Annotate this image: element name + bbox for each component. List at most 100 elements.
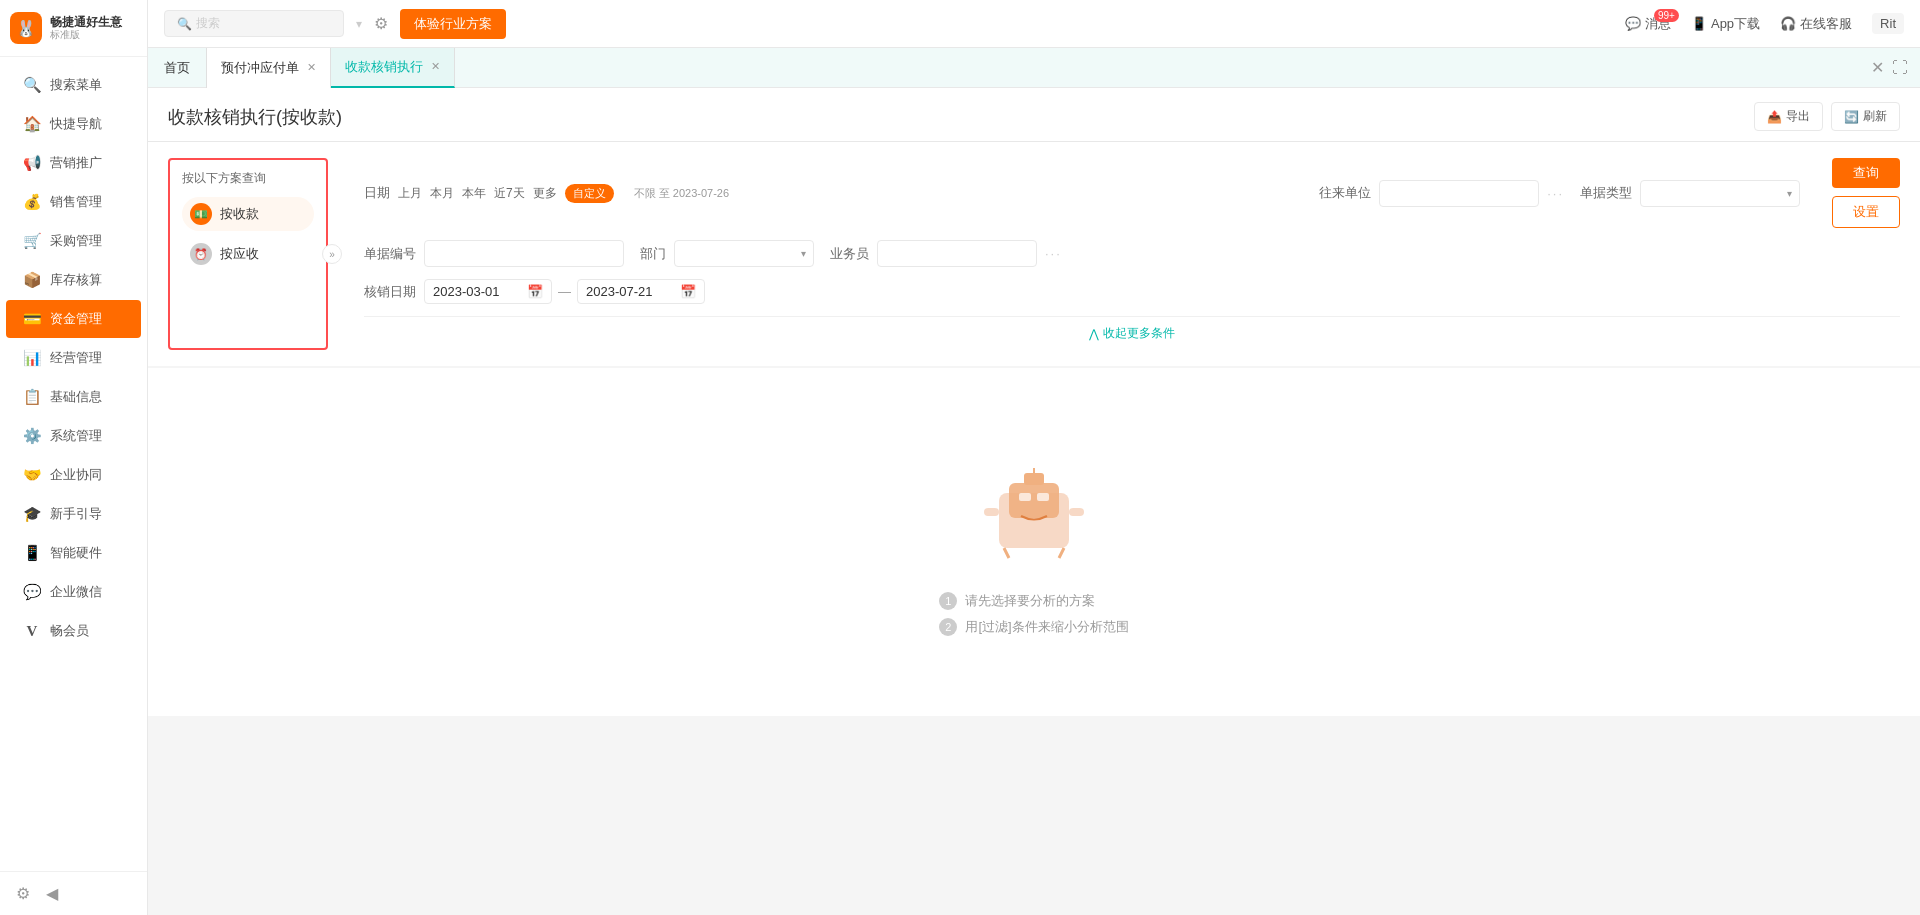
- form-row-1: 日期 上月 本月 本年 近7天 更多 自定义 不限 至 2023-07-26 往…: [364, 158, 1900, 228]
- doc-type-dropdown[interactable]: ▾: [1640, 180, 1800, 207]
- refresh-button[interactable]: 🔄 刷新: [1831, 102, 1900, 131]
- home-tab-label: 首页: [164, 59, 190, 77]
- svg-line-9: [1059, 548, 1064, 558]
- staff-label: 业务员: [830, 245, 869, 263]
- svg-rect-7: [1069, 508, 1084, 516]
- sidebar-item-enterprise-wx[interactable]: 💬 企业微信: [6, 573, 141, 611]
- tab-prepay-close-icon[interactable]: ✕: [307, 61, 316, 74]
- collapse-label: 收起更多条件: [1103, 325, 1175, 342]
- query-button[interactable]: 查询: [1832, 158, 1900, 188]
- sidebar-item-finance[interactable]: 💳 资金管理: [6, 300, 141, 338]
- sidebar-item-label: 经营管理: [50, 349, 102, 367]
- sidebar-item-basic-info[interactable]: 📋 基础信息: [6, 378, 141, 416]
- tab-home[interactable]: 首页: [148, 48, 207, 88]
- tip-num-1: 1: [939, 592, 957, 610]
- dept-dropdown[interactable]: ▾: [674, 240, 814, 267]
- verify-date-start-cal-icon[interactable]: 📅: [527, 284, 543, 299]
- filter-option-by-receivable[interactable]: ⏰ 按应收: [182, 237, 314, 271]
- sidebar-item-label: 畅会员: [50, 622, 89, 640]
- sidebar-item-search-menu[interactable]: 🔍 搜索菜单: [6, 66, 141, 104]
- date-shortcut-more[interactable]: 更多: [533, 185, 557, 202]
- collapse-more-conditions[interactable]: ⋀ 收起更多条件: [364, 316, 1900, 350]
- online-service-button[interactable]: 🎧 在线客服: [1780, 15, 1852, 33]
- doc-type-group: 单据类型 ▾: [1580, 180, 1800, 207]
- export-button[interactable]: 📤 导出: [1754, 102, 1823, 131]
- verify-date-end-input[interactable]: 2023-07-21: [586, 284, 676, 299]
- sidebar-item-newbie[interactable]: 🎓 新手引导: [6, 495, 141, 533]
- date-shortcut-7days[interactable]: 近7天: [494, 185, 525, 202]
- purchase-icon: 🛒: [22, 232, 42, 250]
- sidebar-item-label: 企业微信: [50, 583, 102, 601]
- search-form: 日期 上月 本月 本年 近7天 更多 自定义 不限 至 2023-07-26 往…: [344, 158, 1900, 350]
- header-dropdown-arrow[interactable]: ▾: [356, 17, 362, 31]
- counterpart-dots: ···: [1547, 186, 1564, 201]
- verify-date-start-wrap: 2023-03-01 📅: [424, 279, 552, 304]
- date-shortcut-custom[interactable]: 自定义: [565, 184, 614, 203]
- counterpart-input[interactable]: [1379, 180, 1539, 207]
- header-search-bar[interactable]: 🔍 搜索: [164, 10, 344, 37]
- sidebar-item-cooperation[interactable]: 🤝 企业协同: [6, 456, 141, 494]
- staff-group: 业务员 ···: [830, 240, 1062, 267]
- sidebar-item-business[interactable]: 📊 经营管理: [6, 339, 141, 377]
- date-shortcut-this-year[interactable]: 本年: [462, 185, 486, 202]
- page-content: 收款核销执行(按收款) 📤 导出 🔄 刷新 按以下方案查询 💵 按收款: [148, 88, 1920, 915]
- search-placeholder-text: 搜索: [196, 15, 220, 32]
- collapse-sidebar-icon[interactable]: ◀: [46, 884, 58, 903]
- verify-date-label: 核销日期: [364, 283, 416, 301]
- close-window-icon[interactable]: ✕: [1871, 58, 1884, 77]
- date-hint: 不限 至 2023-07-26: [634, 186, 729, 201]
- collapse-filter-panel-icon[interactable]: »: [322, 244, 342, 264]
- empty-tip-2: 2 用[过滤]条件来缩小分析范围: [939, 618, 1128, 636]
- message-button[interactable]: 💬 消息 99+: [1625, 15, 1671, 33]
- tip-text-2: 用[过滤]条件来缩小分析范围: [965, 618, 1128, 636]
- filter-area: 按以下方案查询 💵 按收款 ⏰ 按应收 » 日期: [148, 142, 1920, 366]
- logo-main-text: 畅捷通好生意: [50, 15, 122, 29]
- verify-date-end-cal-icon[interactable]: 📅: [680, 284, 696, 299]
- username-display[interactable]: Rit: [1872, 13, 1904, 34]
- verify-date-start-input[interactable]: 2023-03-01: [433, 284, 523, 299]
- finance-icon: 💳: [22, 310, 42, 328]
- doc-type-select[interactable]: [1640, 180, 1800, 207]
- sidebar-item-smart-hw[interactable]: 📱 智能硬件: [6, 534, 141, 572]
- sidebar-item-inventory[interactable]: 📦 库存核算: [6, 261, 141, 299]
- sidebar-item-marketing[interactable]: 📢 营销推广: [6, 144, 141, 182]
- solution-button[interactable]: 体验行业方案: [400, 9, 506, 39]
- svg-rect-4: [1024, 473, 1044, 485]
- staff-input[interactable]: [877, 240, 1037, 267]
- sidebar-item-member[interactable]: V 畅会员: [6, 612, 141, 650]
- top-header: 🔍 搜索 ▾ ⚙ 体验行业方案 💬 消息 99+ 📱 App下载 🎧 在线客服 …: [148, 0, 1920, 48]
- tab-receipt-offset[interactable]: 收款核销执行 ✕: [331, 48, 455, 88]
- sidebar-item-system[interactable]: ⚙️ 系统管理: [6, 417, 141, 455]
- page-title: 收款核销执行(按收款): [168, 105, 342, 129]
- date-shortcut-last-month[interactable]: 上月: [398, 185, 422, 202]
- sidebar-item-purchase[interactable]: 🛒 采购管理: [6, 222, 141, 260]
- filter-panel-title: 按以下方案查询: [182, 170, 314, 187]
- app-download-label: App下载: [1711, 15, 1760, 33]
- date-shortcut-this-month[interactable]: 本月: [430, 185, 454, 202]
- dept-select[interactable]: [674, 240, 814, 267]
- settings-icon[interactable]: ⚙: [16, 884, 30, 903]
- app-download-icon: 📱: [1691, 16, 1707, 31]
- logo-sub-text: 标准版: [50, 29, 122, 41]
- svg-rect-2: [1019, 493, 1031, 501]
- service-icon: 🎧: [1780, 16, 1796, 31]
- filter-option-by-receipt[interactable]: 💵 按收款: [182, 197, 314, 231]
- tab-receipt-label: 收款核销执行: [345, 58, 423, 76]
- basic-info-icon: 📋: [22, 388, 42, 406]
- app-download-button[interactable]: 📱 App下载: [1691, 15, 1760, 33]
- cooperation-icon: 🤝: [22, 466, 42, 484]
- header-gear-icon[interactable]: ⚙: [374, 14, 388, 33]
- maximize-window-icon[interactable]: ⛶: [1892, 59, 1908, 77]
- search-menu-icon: 🔍: [22, 76, 42, 94]
- empty-tip-1: 1 请先选择要分析的方案: [939, 592, 1128, 610]
- sidebar-item-sales[interactable]: 💰 销售管理: [6, 183, 141, 221]
- tab-prepay-offset[interactable]: 预付冲应付单 ✕: [207, 48, 331, 88]
- tab-receipt-close-icon[interactable]: ✕: [431, 60, 440, 73]
- doc-no-input[interactable]: [424, 240, 624, 267]
- sidebar-item-label: 系统管理: [50, 427, 102, 445]
- empty-state: 1 请先选择要分析的方案 2 用[过滤]条件来缩小分析范围: [148, 368, 1920, 716]
- sidebar-item-label: 快捷导航: [50, 115, 102, 133]
- sidebar-item-quick-nav[interactable]: 🏠 快捷导航: [6, 105, 141, 143]
- empty-tips: 1 请先选择要分析的方案 2 用[过滤]条件来缩小分析范围: [939, 592, 1128, 636]
- setting-button[interactable]: 设置: [1832, 196, 1900, 228]
